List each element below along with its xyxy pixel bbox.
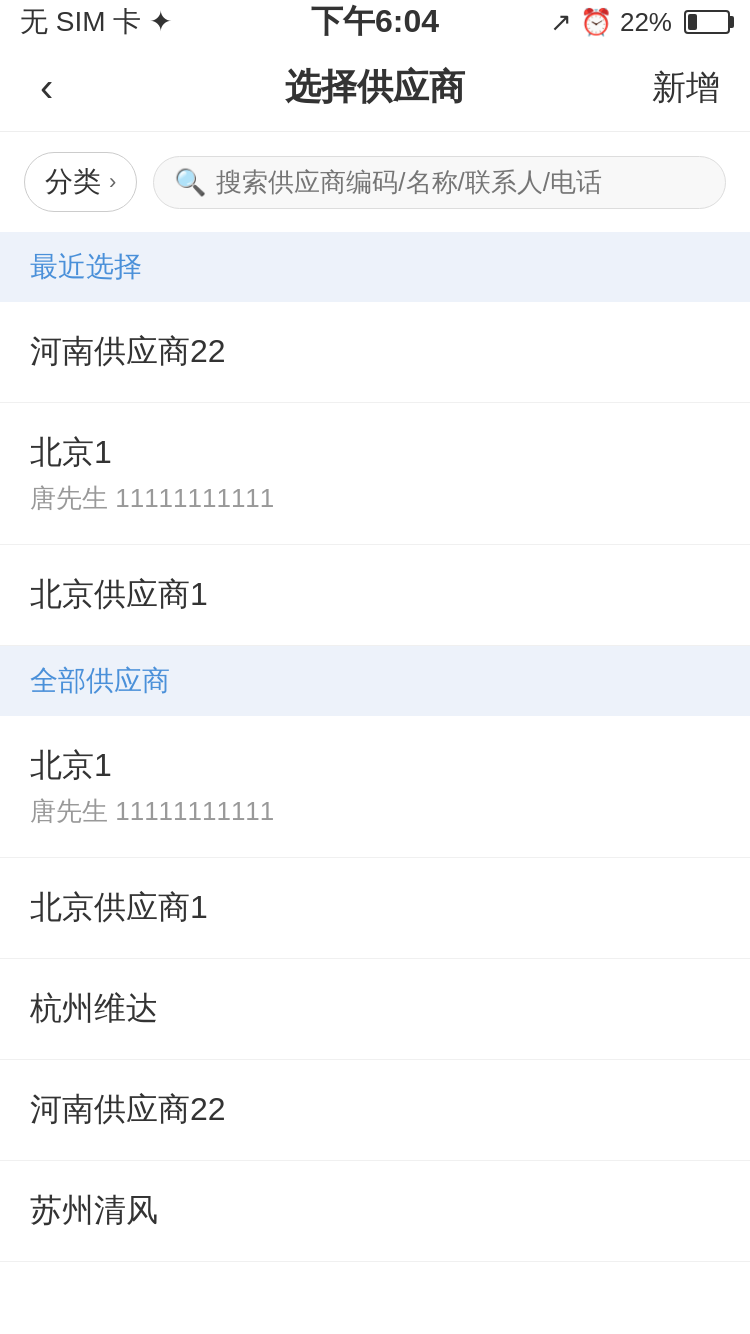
list-item[interactable]: 河南供应商22 — [0, 302, 750, 403]
location-icon: ↗ — [550, 7, 572, 38]
no-sim-label: 无 SIM 卡 ✦ — [20, 3, 172, 41]
recent-section-header: 最近选择 — [0, 232, 750, 302]
item-name: 苏州清风 — [30, 1189, 720, 1233]
page-title: 选择供应商 — [285, 63, 465, 112]
recent-section-label: 最近选择 — [30, 251, 142, 282]
status-bar: 无 SIM 卡 ✦ 下午6:04 ↗ ⏰ 22% — [0, 0, 750, 44]
status-time: 下午6:04 — [311, 0, 439, 44]
item-name: 河南供应商22 — [30, 1088, 720, 1132]
search-box[interactable]: 🔍 — [153, 156, 726, 209]
battery-percent: 22% — [620, 7, 672, 38]
back-button[interactable]: ‹ — [30, 55, 63, 120]
search-input[interactable] — [216, 167, 705, 198]
item-name: 北京供应商1 — [30, 886, 720, 930]
list-item[interactable]: 苏州清风 — [0, 1161, 750, 1262]
chevron-right-icon: › — [109, 169, 116, 195]
item-name: 北京供应商1 — [30, 573, 720, 617]
item-name: 河南供应商22 — [30, 330, 720, 374]
item-sub: 唐先生 11111111111 — [30, 481, 720, 516]
category-button[interactable]: 分类 › — [24, 152, 137, 212]
item-name: 北京1 — [30, 744, 720, 788]
recent-items-list: 河南供应商22 北京1 唐先生 11111111111 北京供应商1 — [0, 302, 750, 646]
item-name: 杭州维达 — [30, 987, 720, 1031]
list-item[interactable]: 北京1 唐先生 11111111111 — [0, 403, 750, 545]
category-label: 分类 — [45, 163, 101, 201]
status-left: 无 SIM 卡 ✦ — [20, 3, 172, 41]
status-right: ↗ ⏰ 22% — [550, 7, 730, 38]
item-sub: 唐先生 11111111111 — [30, 794, 720, 829]
add-button[interactable]: 新增 — [652, 65, 720, 111]
alarm-icon: ⏰ — [580, 7, 612, 38]
item-name: 北京1 — [30, 431, 720, 475]
search-icon: 🔍 — [174, 167, 206, 198]
list-item[interactable]: 杭州维达 — [0, 959, 750, 1060]
filter-bar: 分类 › 🔍 — [0, 132, 750, 232]
battery-icon — [684, 10, 730, 34]
all-section-label: 全部供应商 — [30, 665, 170, 696]
list-item[interactable]: 北京1 唐先生 11111111111 — [0, 716, 750, 858]
list-item[interactable]: 北京供应商1 — [0, 858, 750, 959]
all-section-header: 全部供应商 — [0, 646, 750, 716]
list-item[interactable]: 北京供应商1 — [0, 545, 750, 646]
all-items-list: 北京1 唐先生 11111111111 北京供应商1 杭州维达河南供应商22 苏州清风 — [0, 716, 750, 1262]
nav-bar: ‹ 选择供应商 新增 — [0, 44, 750, 132]
list-item[interactable]: 河南供应商22 — [0, 1060, 750, 1161]
